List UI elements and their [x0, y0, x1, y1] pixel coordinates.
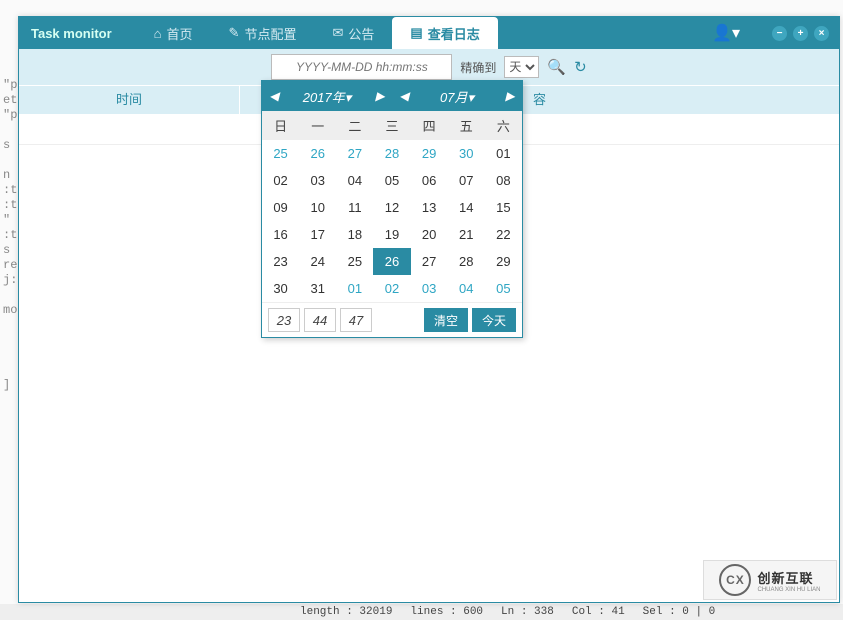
brand-logo: CX 创新互联 CHUANG XIN HU LIAN: [703, 560, 837, 600]
prev-year-icon[interactable]: ◀: [262, 89, 286, 103]
weekday-label: 二: [336, 111, 373, 140]
calendar-day-other[interactable]: 05: [485, 275, 522, 302]
calendar-day[interactable]: 01: [485, 140, 522, 167]
calendar-day[interactable]: 29: [485, 248, 522, 275]
datepicker-header: ◀ 2017年▾ ▶ ◀ 07月▾ ▶: [262, 81, 522, 111]
calendar-day-other[interactable]: 01: [336, 275, 373, 302]
nav-logs[interactable]: ▤ 查看日志: [392, 17, 497, 49]
calendar-day[interactable]: 11: [336, 194, 373, 221]
status-lines: lines : 600: [410, 606, 483, 618]
calendar-day[interactable]: 18: [336, 221, 373, 248]
weekday-label: 五: [448, 111, 485, 140]
calendar-day-other[interactable]: 29: [411, 140, 448, 167]
calendar-day[interactable]: 24: [299, 248, 336, 275]
calendar-day-other[interactable]: 03: [411, 275, 448, 302]
calendar-day-other[interactable]: 30: [448, 140, 485, 167]
logo-mark: CX: [719, 564, 751, 596]
status-sel: Sel : 0 | 0: [643, 606, 716, 618]
time-min[interactable]: [304, 308, 336, 332]
user-icon[interactable]: 👤▾: [712, 23, 740, 43]
close-icon[interactable]: ×: [814, 26, 829, 41]
weekday-label: 四: [411, 111, 448, 140]
weekday-label: 一: [299, 111, 336, 140]
status-col: Col : 41: [572, 606, 625, 618]
precision-label: 精确到: [460, 59, 496, 76]
clear-button[interactable]: 清空: [424, 308, 468, 332]
status-ln: Ln : 338: [501, 606, 554, 618]
pencil-icon: ✎: [229, 25, 240, 41]
weekday-label: 日: [262, 111, 299, 140]
calendar-day[interactable]: 21: [448, 221, 485, 248]
nav-notice[interactable]: ✉ 公告: [314, 17, 392, 49]
calendar-day[interactable]: 26: [373, 248, 410, 275]
calendar-day[interactable]: 30: [262, 275, 299, 302]
calendar-day[interactable]: 16: [262, 221, 299, 248]
calendar-day[interactable]: 03: [299, 167, 336, 194]
calendar-day[interactable]: 15: [485, 194, 522, 221]
logo-subtext: CHUANG XIN HU LIAN: [757, 587, 820, 593]
next-month-icon[interactable]: ▶: [498, 89, 522, 103]
time-sec[interactable]: [340, 308, 372, 332]
calendar-day[interactable]: 27: [411, 248, 448, 275]
time-hour[interactable]: [268, 308, 300, 332]
time-row: 清空 今天: [262, 302, 522, 337]
calendar-day-other[interactable]: 27: [336, 140, 373, 167]
calendar-day[interactable]: 14: [448, 194, 485, 221]
file-icon: ▤: [410, 25, 422, 41]
date-input[interactable]: [271, 54, 452, 80]
calendar-day[interactable]: 23: [262, 248, 299, 275]
weekday-label: 三: [373, 111, 410, 140]
calendar-day-other[interactable]: 25: [262, 140, 299, 167]
calendar-day[interactable]: 19: [373, 221, 410, 248]
calendar-day[interactable]: 02: [262, 167, 299, 194]
calendar-day-other[interactable]: 02: [373, 275, 410, 302]
calendar-day[interactable]: 09: [262, 194, 299, 221]
precision-select[interactable]: 天: [504, 56, 539, 78]
calendar-day[interactable]: 20: [411, 221, 448, 248]
logo-text: 创新互联: [757, 568, 820, 587]
app-title: Task monitor: [19, 26, 136, 41]
calendar-day[interactable]: 06: [411, 167, 448, 194]
minimize-icon[interactable]: −: [772, 26, 787, 41]
search-icon[interactable]: 🔍: [547, 58, 566, 76]
calendar-grid: 日一二三四五六252627282930010203040506070809101…: [262, 111, 522, 302]
today-button[interactable]: 今天: [472, 308, 516, 332]
weekday-label: 六: [485, 111, 522, 140]
mail-icon: ✉: [332, 25, 343, 41]
nav-nodes[interactable]: ✎ 节点配置: [211, 17, 315, 49]
year-label[interactable]: 2017年▾: [286, 87, 368, 106]
calendar-day[interactable]: 08: [485, 167, 522, 194]
next-year-icon[interactable]: ▶: [368, 89, 392, 103]
calendar-day-other[interactable]: 26: [299, 140, 336, 167]
calendar-day[interactable]: 31: [299, 275, 336, 302]
calendar-day[interactable]: 22: [485, 221, 522, 248]
prev-month-icon[interactable]: ◀: [392, 89, 416, 103]
status-length: length : 32019: [300, 606, 392, 618]
calendar-day[interactable]: 17: [299, 221, 336, 248]
calendar-day[interactable]: 04: [336, 167, 373, 194]
datepicker: ◀ 2017年▾ ▶ ◀ 07月▾ ▶ 日一二三四五六2526272829300…: [261, 80, 523, 338]
calendar-day[interactable]: 28: [448, 248, 485, 275]
calendar-day[interactable]: 12: [373, 194, 410, 221]
home-icon: ⌂: [154, 26, 162, 41]
expand-icon[interactable]: +: [793, 26, 808, 41]
calendar-day[interactable]: 13: [411, 194, 448, 221]
topbar: Task monitor ⌂ 首页 ✎ 节点配置 ✉ 公告 ▤ 查看日志 👤▾ …: [19, 17, 839, 49]
calendar-day[interactable]: 10: [299, 194, 336, 221]
calendar-day-other[interactable]: 28: [373, 140, 410, 167]
refresh-icon[interactable]: ↻: [574, 58, 587, 76]
calendar-day-other[interactable]: 04: [448, 275, 485, 302]
month-label[interactable]: 07月▾: [416, 87, 498, 106]
nav-home[interactable]: ⌂ 首页: [136, 17, 211, 49]
calendar-day[interactable]: 05: [373, 167, 410, 194]
col-time: 时间: [19, 86, 240, 114]
calendar-day[interactable]: 07: [448, 167, 485, 194]
editor-statusbar: length : 32019 lines : 600 Ln : 338 Col …: [0, 604, 843, 620]
calendar-day[interactable]: 25: [336, 248, 373, 275]
